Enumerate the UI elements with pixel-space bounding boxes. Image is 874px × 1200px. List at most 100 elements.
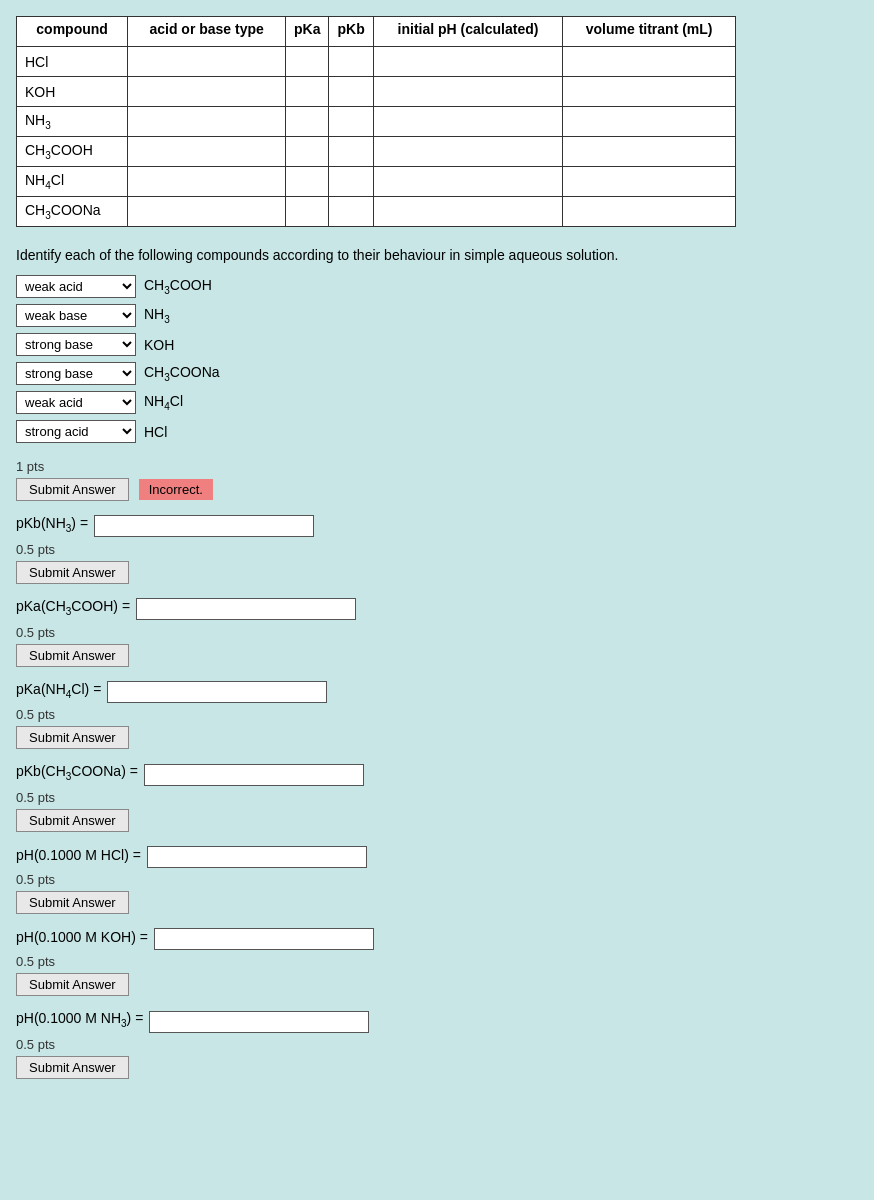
pkb-cell <box>329 167 373 197</box>
pkb-cell <box>329 197 373 227</box>
submit-row: Submit Answer <box>16 1056 858 1079</box>
compound-name: CH3COONa <box>17 197 128 227</box>
question-input-row: pH(0.1000 M KOH) = <box>16 928 858 950</box>
submit-button[interactable]: Submit Answer <box>16 891 129 914</box>
pts-label: 0.5 pts <box>16 954 858 969</box>
compound-label: CH3COOH <box>144 277 212 296</box>
submit-button[interactable]: Submit Answer <box>16 644 129 667</box>
compound-type-select-2[interactable]: weak acidweak basestrong acidstrong base <box>16 333 136 356</box>
compound-label: CH3COONa <box>144 364 220 383</box>
compound-name: KOH <box>17 77 128 107</box>
initial-ph-cell <box>373 197 563 227</box>
pkb-cell <box>329 77 373 107</box>
pkb-cell <box>329 137 373 167</box>
compound-name: CH3COOH <box>17 137 128 167</box>
question-block-7: pH(0.1000 M NH3) = 0.5 pts Submit Answer <box>16 1010 858 1079</box>
question-label: pKb(CH3COONa) = <box>16 763 138 782</box>
table-row: KOH <box>17 77 736 107</box>
pka-cell <box>286 137 329 167</box>
pkb-cell <box>329 107 373 137</box>
pts-label: 0.5 pts <box>16 872 858 887</box>
compound-type-select-3[interactable]: weak acidweak basestrong acidstrong base <box>16 362 136 385</box>
header-initial-ph: initial pH (calculated) <box>373 17 563 47</box>
pka-cell <box>286 47 329 77</box>
pts-label: 0.5 pts <box>16 790 858 805</box>
acid-base-type-cell <box>128 47 286 77</box>
question-input-row: pH(0.1000 M HCl) = <box>16 846 858 868</box>
submit-button[interactable]: Submit Answer <box>16 561 129 584</box>
compound-type-select-1[interactable]: weak acidweak basestrong acidstrong base <box>16 304 136 327</box>
answer-input[interactable] <box>136 598 356 620</box>
compound-name: HCl <box>17 47 128 77</box>
header-acid-base-type: acid or base type <box>128 17 286 47</box>
submit-button[interactable]: Submit Answer <box>16 1056 129 1079</box>
header-type-label: acid or base type <box>149 21 263 37</box>
pka-cell <box>286 77 329 107</box>
question-input-row: pKb(CH3COONa) = <box>16 763 858 786</box>
acid-base-type-cell <box>128 107 286 137</box>
question-label: pKa(CH3COOH) = <box>16 598 130 617</box>
pka-cell <box>286 197 329 227</box>
dropdown-row: weak acidweak basestrong acidstrong base… <box>16 420 858 443</box>
question-block-1: pKb(NH3) = 0.5 pts Submit Answer <box>16 515 858 584</box>
answer-input[interactable] <box>149 1011 369 1033</box>
question-label: pH(0.1000 M HCl) = <box>16 847 141 863</box>
submit-row: Submit Answer <box>16 809 858 832</box>
acid-base-type-cell <box>128 137 286 167</box>
acid-base-type-cell <box>128 197 286 227</box>
header-pkb: pKb <box>329 17 373 47</box>
answer-input[interactable] <box>154 928 374 950</box>
answer-input[interactable] <box>144 764 364 786</box>
initial-ph-cell <box>373 47 563 77</box>
question-block-3: pKa(NH4Cl) = 0.5 pts Submit Answer <box>16 681 858 750</box>
header-pka: pKa <box>286 17 329 47</box>
header-compound-label: compound <box>36 21 108 37</box>
header-pka-label: pKa <box>294 21 320 37</box>
compound-name: NH3 <box>17 107 128 137</box>
question-label: pKb(NH3) = <box>16 515 88 534</box>
answer-input[interactable] <box>94 515 314 537</box>
question-block-0: 1 pts Submit Answer Incorrect. <box>16 459 858 501</box>
initial-ph-cell <box>373 167 563 197</box>
submit-button[interactable]: Submit Answer <box>16 809 129 832</box>
compound-label: HCl <box>144 424 167 440</box>
answer-input[interactable] <box>147 846 367 868</box>
compounds-table: compound acid or base type pKa pKb initi… <box>16 16 736 227</box>
table-row: CH3COONa <box>17 197 736 227</box>
submit-button[interactable]: Submit Answer <box>16 726 129 749</box>
volume-titrant-cell <box>563 137 736 167</box>
table-row: NH4Cl <box>17 167 736 197</box>
submit-button[interactable]: Submit Answer <box>16 478 129 501</box>
table-row: CH3COOH <box>17 137 736 167</box>
pts-label: 0.5 pts <box>16 1037 858 1052</box>
compound-name: NH4Cl <box>17 167 128 197</box>
pts-label: 1 pts <box>16 459 858 474</box>
dropdown-row: weak acidweak basestrong acidstrong base… <box>16 391 858 414</box>
pts-label: 0.5 pts <box>16 707 858 722</box>
pts-label: 0.5 pts <box>16 625 858 640</box>
pka-cell <box>286 107 329 137</box>
dropdown-row: weak acidweak basestrong acidstrong base… <box>16 304 858 327</box>
header-volume-label: volume titrant (mL) <box>586 21 713 37</box>
compound-type-select-0[interactable]: weak acidweak basestrong acidstrong base <box>16 275 136 298</box>
question-label: pH(0.1000 M NH3) = <box>16 1010 143 1029</box>
initial-ph-cell <box>373 137 563 167</box>
submit-row: Submit Answer <box>16 891 858 914</box>
submit-row: Submit Answer <box>16 644 858 667</box>
question-block-4: pKb(CH3COONa) = 0.5 pts Submit Answer <box>16 763 858 832</box>
volume-titrant-cell <box>563 77 736 107</box>
question-block-6: pH(0.1000 M KOH) = 0.5 pts Submit Answer <box>16 928 858 996</box>
compound-type-select-5[interactable]: weak acidweak basestrong acidstrong base <box>16 420 136 443</box>
submit-button[interactable]: Submit Answer <box>16 973 129 996</box>
header-compound: compound <box>17 17 128 47</box>
submit-row: Submit Answer <box>16 726 858 749</box>
acid-base-type-cell <box>128 167 286 197</box>
initial-ph-cell <box>373 77 563 107</box>
pkb-cell <box>329 47 373 77</box>
questions-container: 1 pts Submit Answer Incorrect. pKb(NH3) … <box>16 459 858 1079</box>
dropdowns-container: weak acidweak basestrong acidstrong base… <box>16 275 858 443</box>
answer-input[interactable] <box>107 681 327 703</box>
compound-type-select-4[interactable]: weak acidweak basestrong acidstrong base <box>16 391 136 414</box>
header-volume-titrant: volume titrant (mL) <box>563 17 736 47</box>
pts-label: 0.5 pts <box>16 542 858 557</box>
